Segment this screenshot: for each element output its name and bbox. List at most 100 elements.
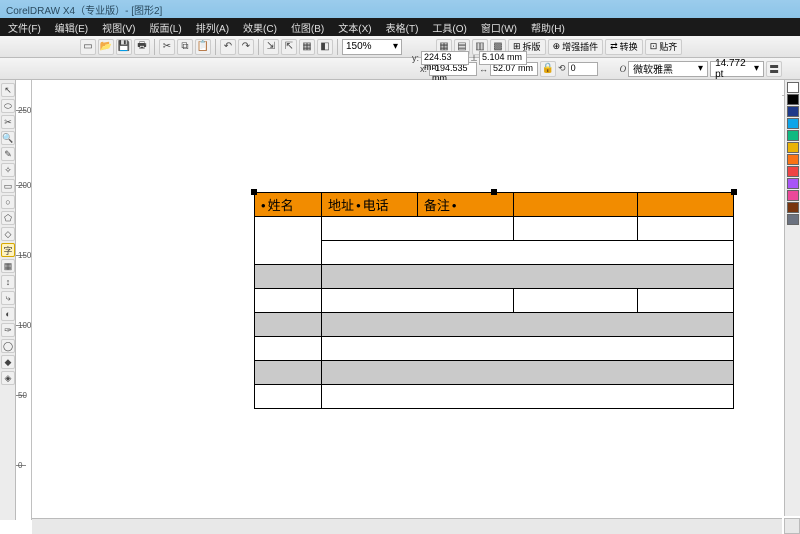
table-row[interactable] [255, 265, 734, 289]
y-field[interactable]: 224.53 mm [421, 51, 469, 65]
action-plugin[interactable]: ⊕增强插件 [548, 39, 604, 55]
menu-text[interactable]: 文本(X) [338, 20, 371, 35]
save-icon[interactable]: 💾 [116, 39, 132, 55]
menu-help[interactable]: 帮助(H) [531, 20, 565, 35]
menu-bitmap[interactable]: 位图(B) [291, 20, 324, 35]
polygon-tool-icon[interactable]: ⬠ [1, 211, 15, 225]
paste-icon[interactable]: 📋 [195, 39, 211, 55]
table-row[interactable] [255, 361, 734, 385]
header-remark: 备注 [424, 198, 450, 213]
copy-icon[interactable]: ⧉ [177, 39, 193, 55]
table-row[interactable] [255, 217, 734, 241]
menu-arrange[interactable]: 排列(A) [196, 20, 229, 35]
data-table[interactable]: •姓名 地址•电话 备注• [254, 192, 734, 409]
new-icon[interactable]: ▭ [80, 39, 96, 55]
selection-handle[interactable] [731, 189, 737, 195]
crop-tool-icon[interactable]: ✂ [1, 115, 15, 129]
h-label: ⟂ [471, 53, 477, 64]
action-snap[interactable]: ⊡贴齐 [645, 39, 683, 55]
app-icon[interactable]: ◧ [317, 39, 333, 55]
h-field[interactable]: 5.104 mm [479, 51, 527, 65]
zoom-tool-icon[interactable]: 🔍 [1, 131, 15, 145]
table-tool-icon[interactable]: ▦ [1, 259, 15, 273]
color-swatch[interactable] [787, 94, 799, 105]
w-label: ↔ [479, 64, 488, 74]
header-address: 地址 [328, 198, 354, 213]
zoom-combo[interactable]: 150%▾ [342, 39, 402, 55]
color-swatch[interactable] [787, 202, 799, 213]
export-icon[interactable]: ⇱ [281, 39, 297, 55]
rotate-label: ⟲ [558, 63, 566, 74]
color-swatch[interactable] [787, 214, 799, 225]
table-row[interactable] [255, 337, 734, 361]
font-combo[interactable]: 微软雅黑▾ [628, 61, 708, 77]
interactive-fill-icon[interactable]: ◈ [1, 371, 15, 385]
app-title: CorelDRAW X4（专业版）- [图形2] [6, 2, 162, 17]
lock-icon[interactable]: 🔒 [540, 61, 556, 77]
dropdown-icon: ▾ [393, 41, 398, 52]
menu-layout[interactable]: 版面(L) [149, 20, 181, 35]
color-swatch[interactable] [787, 82, 799, 93]
menu-file[interactable]: 文件(F) [8, 20, 41, 35]
connector-tool-icon[interactable]: ⤷ [1, 291, 15, 305]
color-swatch[interactable] [787, 130, 799, 141]
redo-icon[interactable]: ↷ [238, 39, 254, 55]
table-row[interactable] [255, 313, 734, 337]
y-label: y: [412, 53, 419, 63]
ellipse-tool-icon[interactable]: ○ [1, 195, 15, 209]
color-swatch[interactable] [787, 154, 799, 165]
fontsize-combo[interactable]: 14.772 pt▾ [710, 61, 764, 77]
rotate-field[interactable]: 0 [568, 62, 598, 76]
effects-tool-icon[interactable]: ◐ [1, 307, 15, 321]
table-object[interactable]: •姓名 地址•电话 备注• [254, 192, 734, 409]
table-header-row[interactable]: •姓名 地址•电话 备注• [255, 193, 734, 217]
table-row[interactable] [255, 289, 734, 313]
action-convert[interactable]: ⇄转换 [605, 39, 643, 55]
toolbar-standard: ▭ 📂 💾 🖶 ✂ ⧉ 📋 ↶ ↷ ⇲ ⇱ ▦ ◧ 150%▾ ▦ ▤ ▥ ▩ … [0, 36, 800, 58]
dropdown-icon: ▾ [754, 63, 759, 74]
toolbar-property: x: -194.535 mm ↔ 52.07 mm 🔒 ⟲ 0 O 微软雅黑▾ … [0, 58, 800, 80]
basic-shapes-icon[interactable]: ◇ [1, 227, 15, 241]
launch-icon[interactable]: ▦ [299, 39, 315, 55]
dropdown-icon: ▾ [698, 63, 703, 74]
dimension-tool-icon[interactable]: ↕ [1, 275, 15, 289]
menu-tools[interactable]: 工具(O) [432, 20, 466, 35]
cut-icon[interactable]: ✂ [159, 39, 175, 55]
header-name: 姓名 [268, 198, 294, 213]
canvas[interactable]: •姓名 地址•电话 备注• [32, 80, 782, 516]
shape-tool-icon[interactable]: ⬭ [1, 99, 15, 113]
vertical-ruler: 250200150100500 [16, 80, 32, 520]
separator [154, 39, 155, 55]
print-icon[interactable]: 🖶 [134, 39, 150, 55]
eyedropper-tool-icon[interactable]: ✑ [1, 323, 15, 337]
color-swatch[interactable] [787, 106, 799, 117]
fill-tool-icon[interactable]: ◆ [1, 355, 15, 369]
color-swatch[interactable] [787, 178, 799, 189]
pick-tool-icon[interactable]: ↖ [1, 83, 15, 97]
style-icon[interactable]: 〓 [766, 61, 782, 77]
freehand-tool-icon[interactable]: ✎ [1, 147, 15, 161]
table-row[interactable] [255, 385, 734, 409]
outline-tool-icon[interactable]: ◯ [1, 339, 15, 353]
rectangle-tool-icon[interactable]: ▭ [1, 179, 15, 193]
menu-edit[interactable]: 编辑(E) [55, 20, 88, 35]
color-swatch[interactable] [787, 166, 799, 177]
table-row[interactable] [255, 241, 734, 265]
color-swatch[interactable] [787, 142, 799, 153]
menu-window[interactable]: 窗口(W) [481, 20, 517, 35]
import-icon[interactable]: ⇲ [263, 39, 279, 55]
color-swatch[interactable] [787, 118, 799, 129]
menu-effects[interactable]: 效果(C) [243, 20, 277, 35]
selection-handle[interactable] [251, 189, 257, 195]
smart-tool-icon[interactable]: ✧ [1, 163, 15, 177]
text-tool-icon[interactable]: 字 [1, 243, 15, 257]
undo-icon[interactable]: ↶ [220, 39, 236, 55]
color-swatch[interactable] [787, 190, 799, 201]
menu-view[interactable]: 视图(V) [102, 20, 135, 35]
font-icon: O [620, 64, 627, 74]
menubar: 文件(F) 编辑(E) 视图(V) 版面(L) 排列(A) 效果(C) 位图(B… [0, 18, 800, 36]
selection-handle[interactable] [491, 189, 497, 195]
open-icon[interactable]: 📂 [98, 39, 114, 55]
menu-table[interactable]: 表格(T) [386, 20, 419, 35]
horizontal-scrollbar[interactable] [32, 518, 782, 534]
